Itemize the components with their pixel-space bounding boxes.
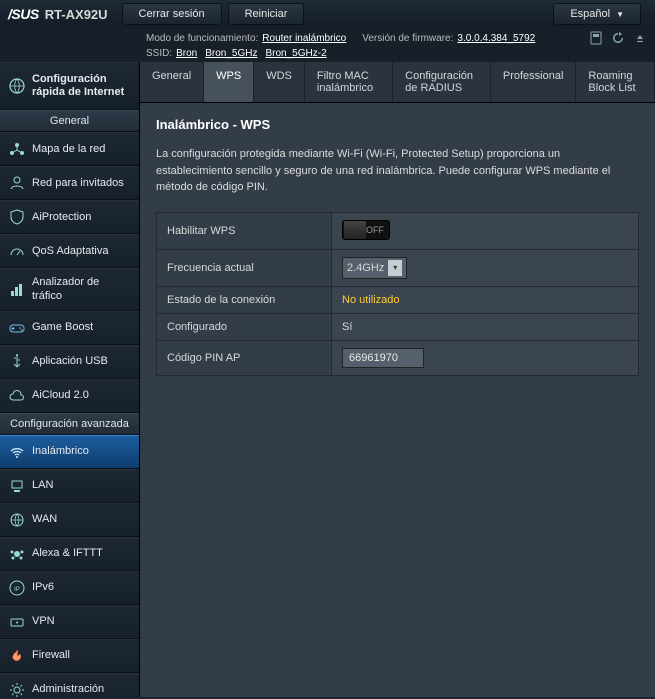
sidebar-item-label: Configuración rápida de Internet [32, 73, 131, 99]
page-title: Inalámbrico - WPS [156, 117, 639, 132]
sidebar-item-aiprotection[interactable]: AiProtection [0, 200, 139, 234]
tab-wds[interactable]: WDS [254, 62, 305, 102]
configured-value: Sí [332, 313, 639, 340]
fw-value[interactable]: 3.0.0.4.384_5792 [457, 33, 535, 44]
wifi-icon [8, 443, 26, 461]
sidebar-item-label: Mapa de la red [32, 143, 131, 156]
ssid-label: SSID: [146, 48, 172, 59]
sidebar-item-qos[interactable]: QoS Adaptativa [0, 234, 139, 268]
sidebar-item-label: Aplicación USB [32, 355, 131, 368]
tab-roaming-block[interactable]: Roaming Block List [576, 62, 655, 102]
vpn-icon [8, 613, 26, 631]
usb-icon [8, 353, 26, 371]
fw-label: Versión de firmware: [362, 33, 453, 44]
sidebar-item-network-map[interactable]: Mapa de la red [0, 132, 139, 166]
sidebar: Configuración rápida de Internet General… [0, 62, 140, 697]
mode-value[interactable]: Router inalámbrico [262, 33, 346, 44]
language-dropdown[interactable]: Español ▼ [553, 3, 641, 25]
lan-icon [8, 477, 26, 495]
ssid-3: Bron_5GHz-2 [266, 48, 327, 59]
chart-icon [8, 281, 26, 299]
sidebar-heading-general: General [0, 110, 139, 132]
sidebar-item-vpn[interactable]: VPN [0, 605, 139, 639]
guest-network-icon [8, 174, 26, 192]
firewall-flame-icon [8, 647, 26, 665]
sidebar-heading-advanced: Configuración avanzada [0, 413, 139, 435]
sidebar-item-label: AiCloud 2.0 [32, 389, 131, 402]
connection-state-value: No utilizado [342, 294, 399, 306]
sidebar-item-administration[interactable]: Administración [0, 673, 139, 697]
tab-general[interactable]: General [140, 62, 204, 102]
sidebar-item-label: AiProtection [32, 211, 131, 224]
sidebar-item-label: Alexa & IFTTT [32, 547, 131, 560]
sidebar-item-label: IPv6 [32, 581, 131, 594]
usb-eject-icon[interactable] [633, 31, 647, 45]
mode-label: Modo de funcionamiento: [146, 33, 258, 44]
field-label-enable-wps: Habilitar WPS [157, 212, 332, 249]
globe-gear-icon [8, 77, 26, 95]
chevron-down-icon: ▾ [388, 260, 402, 276]
sidebar-item-game-boost[interactable]: Game Boost [0, 311, 139, 345]
brand-logo: /SUS [8, 6, 39, 22]
tab-radius[interactable]: Configuración de RADIUS [393, 62, 491, 102]
field-label-frequency: Frecuencia actual [157, 249, 332, 286]
sidebar-item-traffic-analyzer[interactable]: Analizador de tráfico [0, 268, 139, 310]
language-label: Español [570, 8, 610, 20]
chevron-down-icon: ▼ [616, 10, 624, 19]
toggle-state-label: OFF [366, 225, 384, 235]
tab-professional[interactable]: Professional [491, 62, 577, 102]
frequency-select[interactable]: 2.4GHz ▾ [342, 257, 407, 279]
settings-table: Habilitar WPS OFF Frecuencia actual 2.4G… [156, 212, 639, 376]
svg-text:IP: IP [14, 587, 20, 593]
sidebar-item-quick-setup[interactable]: Configuración rápida de Internet [0, 62, 139, 110]
reboot-button[interactable]: Reiniciar [228, 3, 305, 25]
tab-bar: General WPS WDS Filtro MAC inalámbrico C… [140, 62, 655, 103]
sidebar-item-label: VPN [32, 615, 131, 628]
logout-button[interactable]: Cerrar sesión [122, 3, 222, 25]
sidebar-item-usb-app[interactable]: Aplicación USB [0, 345, 139, 379]
sidebar-item-label: Firewall [32, 649, 131, 662]
cloud-icon [8, 387, 26, 405]
field-label-connection-state: Estado de la conexión [157, 286, 332, 313]
sidebar-item-lan[interactable]: LAN [0, 469, 139, 503]
shield-icon [8, 208, 26, 226]
sidebar-item-label: Administración [32, 683, 131, 696]
sidebar-item-label: Red para invitados [32, 177, 131, 190]
page-description: La configuración protegida mediante Wi-F… [156, 146, 639, 196]
sidebar-item-wireless[interactable]: Inalámbrico [0, 435, 139, 469]
refresh-icon[interactable] [611, 31, 625, 45]
enable-wps-toggle[interactable]: OFF [342, 220, 390, 240]
ipv6-icon: IP [8, 579, 26, 597]
sidebar-item-guest-network[interactable]: Red para invitados [0, 166, 139, 200]
field-label-ap-pin: Código PIN AP [157, 340, 332, 375]
app-icon[interactable] [589, 31, 603, 45]
wan-globe-icon [8, 511, 26, 529]
network-map-icon [8, 140, 26, 158]
sidebar-item-label: Game Boost [32, 321, 131, 334]
ssid-1: Bron [176, 48, 197, 59]
sidebar-item-alexa-ifttt[interactable]: Alexa & IFTTT [0, 537, 139, 571]
tab-mac-filter[interactable]: Filtro MAC inalámbrico [305, 62, 393, 102]
ap-pin-input[interactable] [342, 348, 424, 368]
frequency-value: 2.4GHz [347, 262, 384, 274]
sidebar-item-wan[interactable]: WAN [0, 503, 139, 537]
gauge-icon [8, 242, 26, 260]
sidebar-item-label: LAN [32, 479, 131, 492]
sidebar-item-ipv6[interactable]: IP IPv6 [0, 571, 139, 605]
tab-wps[interactable]: WPS [204, 62, 254, 102]
sidebar-item-label: Inalámbrico [32, 445, 131, 458]
ssid-2: Bron_5GHz [205, 48, 257, 59]
gamepad-icon [8, 319, 26, 337]
voice-icon [8, 545, 26, 563]
toggle-knob [344, 221, 366, 239]
sidebar-item-label: QoS Adaptativa [32, 245, 131, 258]
gear-icon [8, 681, 26, 697]
sidebar-item-label: WAN [32, 513, 131, 526]
sidebar-item-aicloud[interactable]: AiCloud 2.0 [0, 379, 139, 413]
sidebar-item-firewall[interactable]: Firewall [0, 639, 139, 673]
sidebar-item-label: Analizador de tráfico [32, 276, 131, 302]
field-label-configured: Configurado [157, 313, 332, 340]
model-name: RT-AX92U [45, 7, 108, 22]
